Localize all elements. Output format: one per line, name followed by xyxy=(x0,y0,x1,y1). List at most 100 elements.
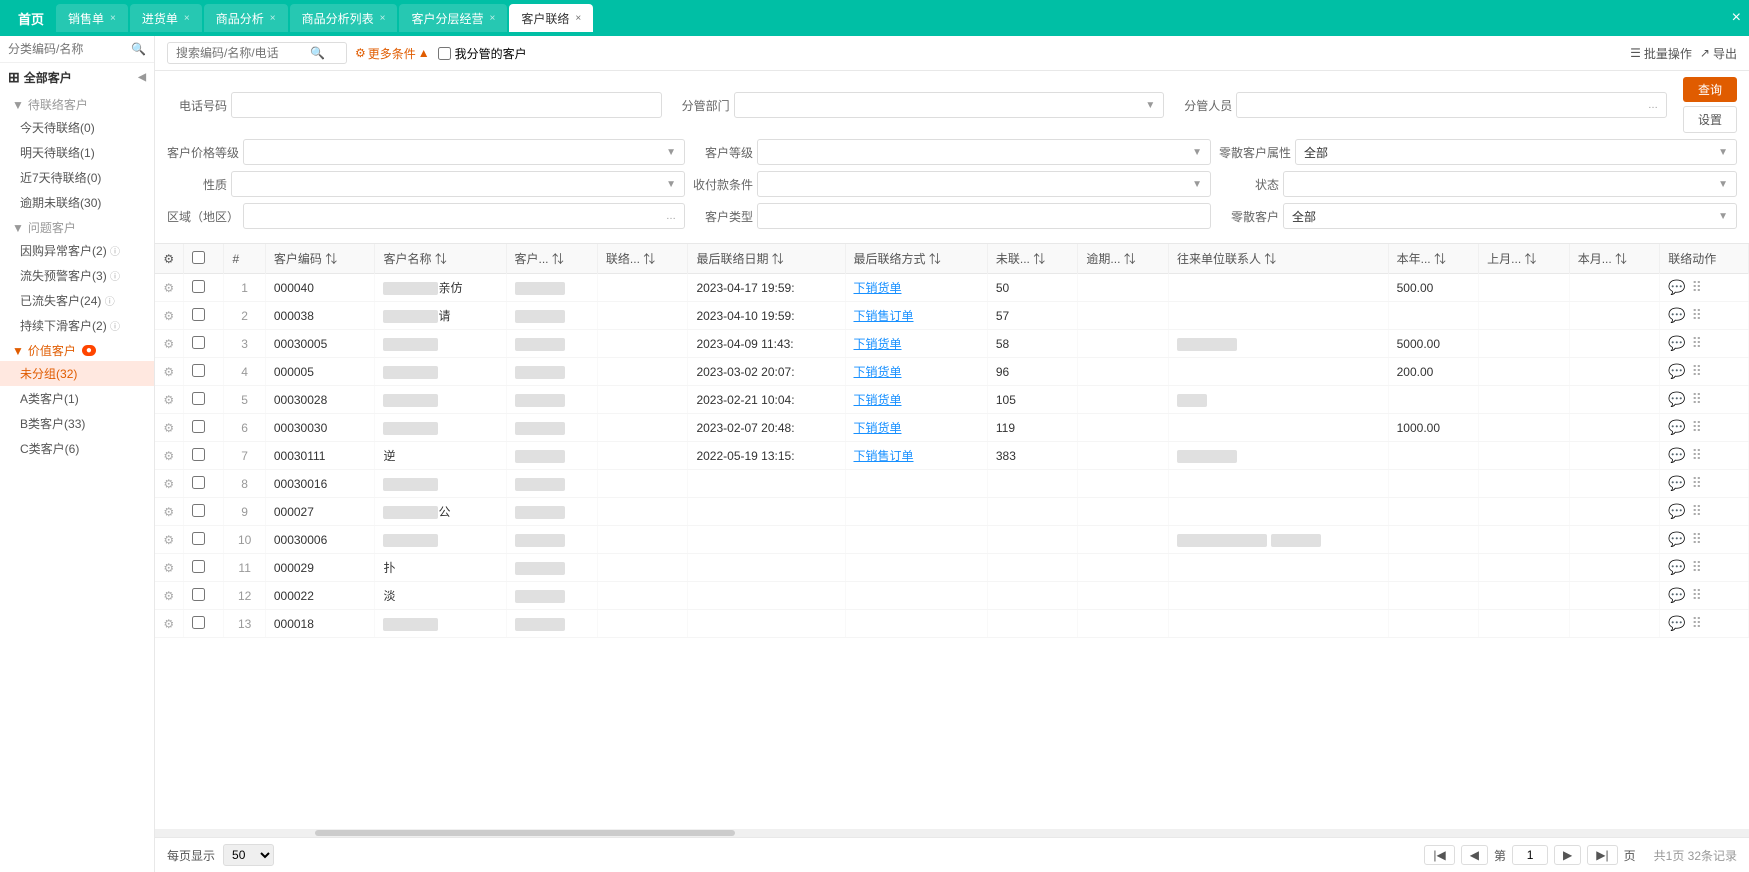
action-cell[interactable]: 💬 ⠿ xyxy=(1660,498,1749,526)
grid-icon[interactable]: ⠿ xyxy=(1692,335,1702,352)
collapse-icon[interactable]: ◀ xyxy=(138,72,146,83)
grid-icon[interactable]: ⠿ xyxy=(1692,279,1702,296)
last-contact-method[interactable] xyxy=(845,554,987,582)
tab-purchase[interactable]: 进货单 × xyxy=(130,4,202,32)
action-cell[interactable]: 💬 ⠿ xyxy=(1660,274,1749,302)
gear-cell[interactable]: ⚙ xyxy=(155,414,183,442)
action-cell[interactable]: 💬 ⠿ xyxy=(1660,554,1749,582)
close-sales-tab[interactable]: × xyxy=(110,13,116,24)
sidebar-item-classA[interactable]: A类客户(1) xyxy=(0,386,154,411)
last-contact-method[interactable]: 下销货单 xyxy=(845,414,987,442)
gear-cell[interactable]: ⚙ xyxy=(155,526,183,554)
col-overdue[interactable]: 逾期... ⇅ xyxy=(1078,244,1169,274)
grid-icon[interactable]: ⠿ xyxy=(1692,503,1702,520)
last-contact-method[interactable]: 下销货单 xyxy=(845,358,987,386)
search-icon[interactable]: 🔍 xyxy=(310,46,325,60)
row-checkbox[interactable] xyxy=(192,336,205,349)
first-page-btn[interactable]: |◀ xyxy=(1424,845,1454,865)
chat-icon[interactable]: 💬 xyxy=(1668,363,1685,380)
next-page-btn[interactable]: ▶ xyxy=(1554,845,1581,865)
tab-goods-analysis[interactable]: 商品分析 × xyxy=(204,4,288,32)
gear-cell[interactable]: ⚙ xyxy=(155,274,183,302)
action-cell[interactable]: 💬 ⠿ xyxy=(1660,358,1749,386)
action-cell[interactable]: 💬 ⠿ xyxy=(1660,302,1749,330)
col-contact[interactable]: 联络... ⇅ xyxy=(597,244,688,274)
query-btn[interactable]: 查询 xyxy=(1683,77,1737,102)
close-cust-layer-tab[interactable]: × xyxy=(489,13,495,24)
sidebar-item-churned[interactable]: 已流失客户(24) ⓘ xyxy=(0,288,154,313)
close-purchase-tab[interactable]: × xyxy=(184,13,190,24)
col-cur-month[interactable]: 本月... ⇅ xyxy=(1569,244,1660,274)
last-contact-method[interactable] xyxy=(845,498,987,526)
col-last-date[interactable]: 最后联络日期 ⇅ xyxy=(688,244,845,274)
chat-icon[interactable]: 💬 xyxy=(1668,335,1685,352)
action-cell[interactable]: 💬 ⠿ xyxy=(1660,330,1749,358)
sidebar-item-classC[interactable]: C类客户(6) xyxy=(0,436,154,461)
sidebar-item-declining[interactable]: 持续下滑客户(2) ⓘ xyxy=(0,313,154,338)
last-contact-method[interactable] xyxy=(845,470,987,498)
col-partner[interactable]: 往来单位联系人 ⇅ xyxy=(1168,244,1388,274)
gear-cell[interactable]: ⚙ xyxy=(155,358,183,386)
action-cell[interactable]: 💬 ⠿ xyxy=(1660,582,1749,610)
chat-icon[interactable]: 💬 xyxy=(1668,419,1685,436)
last-contact-method[interactable] xyxy=(845,582,987,610)
chat-icon[interactable]: 💬 xyxy=(1668,307,1685,324)
grid-icon[interactable]: ⠿ xyxy=(1692,587,1702,604)
grid-icon[interactable]: ⠿ xyxy=(1692,447,1702,464)
phone-input[interactable] xyxy=(231,92,662,118)
chat-icon[interactable]: 💬 xyxy=(1668,279,1685,296)
sidebar-search-input[interactable] xyxy=(8,42,127,56)
col-name[interactable]: 客户名称 ⇅ xyxy=(375,244,506,274)
all-customers-title[interactable]: ⊞ 全部客户 ◀ xyxy=(0,63,154,92)
sidebar-item-churn-warn[interactable]: 流失预警客户(3) ⓘ xyxy=(0,263,154,288)
sidebar-item-ungroup[interactable]: 未分组(32) xyxy=(0,361,154,386)
col-cust[interactable]: 客户... ⇅ xyxy=(506,244,597,274)
col-cur-year[interactable]: 本年... ⇅ xyxy=(1388,244,1479,274)
zero-cust-input[interactable]: 全部▼ xyxy=(1283,203,1737,229)
tab-goods-list[interactable]: 商品分析列表 × xyxy=(290,4,398,32)
zero-attr-input[interactable]: 全部▼ xyxy=(1295,139,1737,165)
my-customers-checkbox[interactable]: 我分管的客户 xyxy=(438,45,527,62)
chat-icon[interactable]: 💬 xyxy=(1668,587,1685,604)
grid-icon[interactable]: ⠿ xyxy=(1692,531,1702,548)
grid-icon[interactable]: ⠿ xyxy=(1692,419,1702,436)
person-input[interactable]: … xyxy=(1236,92,1667,118)
close-goods-analysis-tab[interactable]: × xyxy=(270,13,276,24)
last-contact-method[interactable] xyxy=(845,526,987,554)
grid-icon[interactable]: ⠿ xyxy=(1692,363,1702,380)
sidebar-item-overdue[interactable]: 逾期未联络(30) xyxy=(0,190,154,215)
nav-home[interactable]: 首页 xyxy=(8,9,54,28)
grid-icon[interactable]: ⠿ xyxy=(1692,559,1702,576)
row-checkbox[interactable] xyxy=(192,476,205,489)
nature-input[interactable]: ▼ xyxy=(231,171,685,197)
dept-input[interactable]: ▼ xyxy=(734,92,1165,118)
chat-icon[interactable]: 💬 xyxy=(1668,559,1685,576)
tab-sales[interactable]: 销售单 × xyxy=(56,4,128,32)
grid-icon[interactable]: ⠿ xyxy=(1692,475,1702,492)
row-checkbox[interactable] xyxy=(192,560,205,573)
col-last-month[interactable]: 上月... ⇅ xyxy=(1479,244,1570,274)
close-window-btn[interactable]: × xyxy=(1732,9,1741,27)
prev-page-btn[interactable]: ◀ xyxy=(1461,845,1488,865)
reset-btn[interactable]: 设置 xyxy=(1683,106,1737,133)
sidebar-search-icon[interactable]: 🔍 xyxy=(131,42,146,56)
search-input[interactable] xyxy=(176,46,306,60)
row-checkbox[interactable] xyxy=(192,280,205,293)
my-customers-check[interactable] xyxy=(438,47,451,60)
tab-cust-contact[interactable]: 客户联络 × xyxy=(509,4,593,32)
last-contact-method[interactable]: 下销货单 xyxy=(845,386,987,414)
grid-icon[interactable]: ⠿ xyxy=(1692,391,1702,408)
last-contact-method[interactable]: 下销货单 xyxy=(845,274,987,302)
sidebar-item-classB[interactable]: B类客户(33) xyxy=(0,411,154,436)
col-code[interactable]: 客户编码 ⇅ xyxy=(265,244,375,274)
batch-ops-btn[interactable]: ☰ 批量操作 xyxy=(1630,45,1692,62)
row-checkbox[interactable] xyxy=(192,308,205,321)
row-checkbox[interactable] xyxy=(192,616,205,629)
last-page-btn[interactable]: ▶| xyxy=(1587,845,1617,865)
row-checkbox[interactable] xyxy=(192,392,205,405)
last-contact-method[interactable] xyxy=(845,610,987,638)
chat-icon[interactable]: 💬 xyxy=(1668,503,1685,520)
grid-icon[interactable]: ⠿ xyxy=(1692,615,1702,632)
chat-icon[interactable]: 💬 xyxy=(1668,615,1685,632)
horizontal-scrollbar[interactable] xyxy=(155,829,1749,837)
